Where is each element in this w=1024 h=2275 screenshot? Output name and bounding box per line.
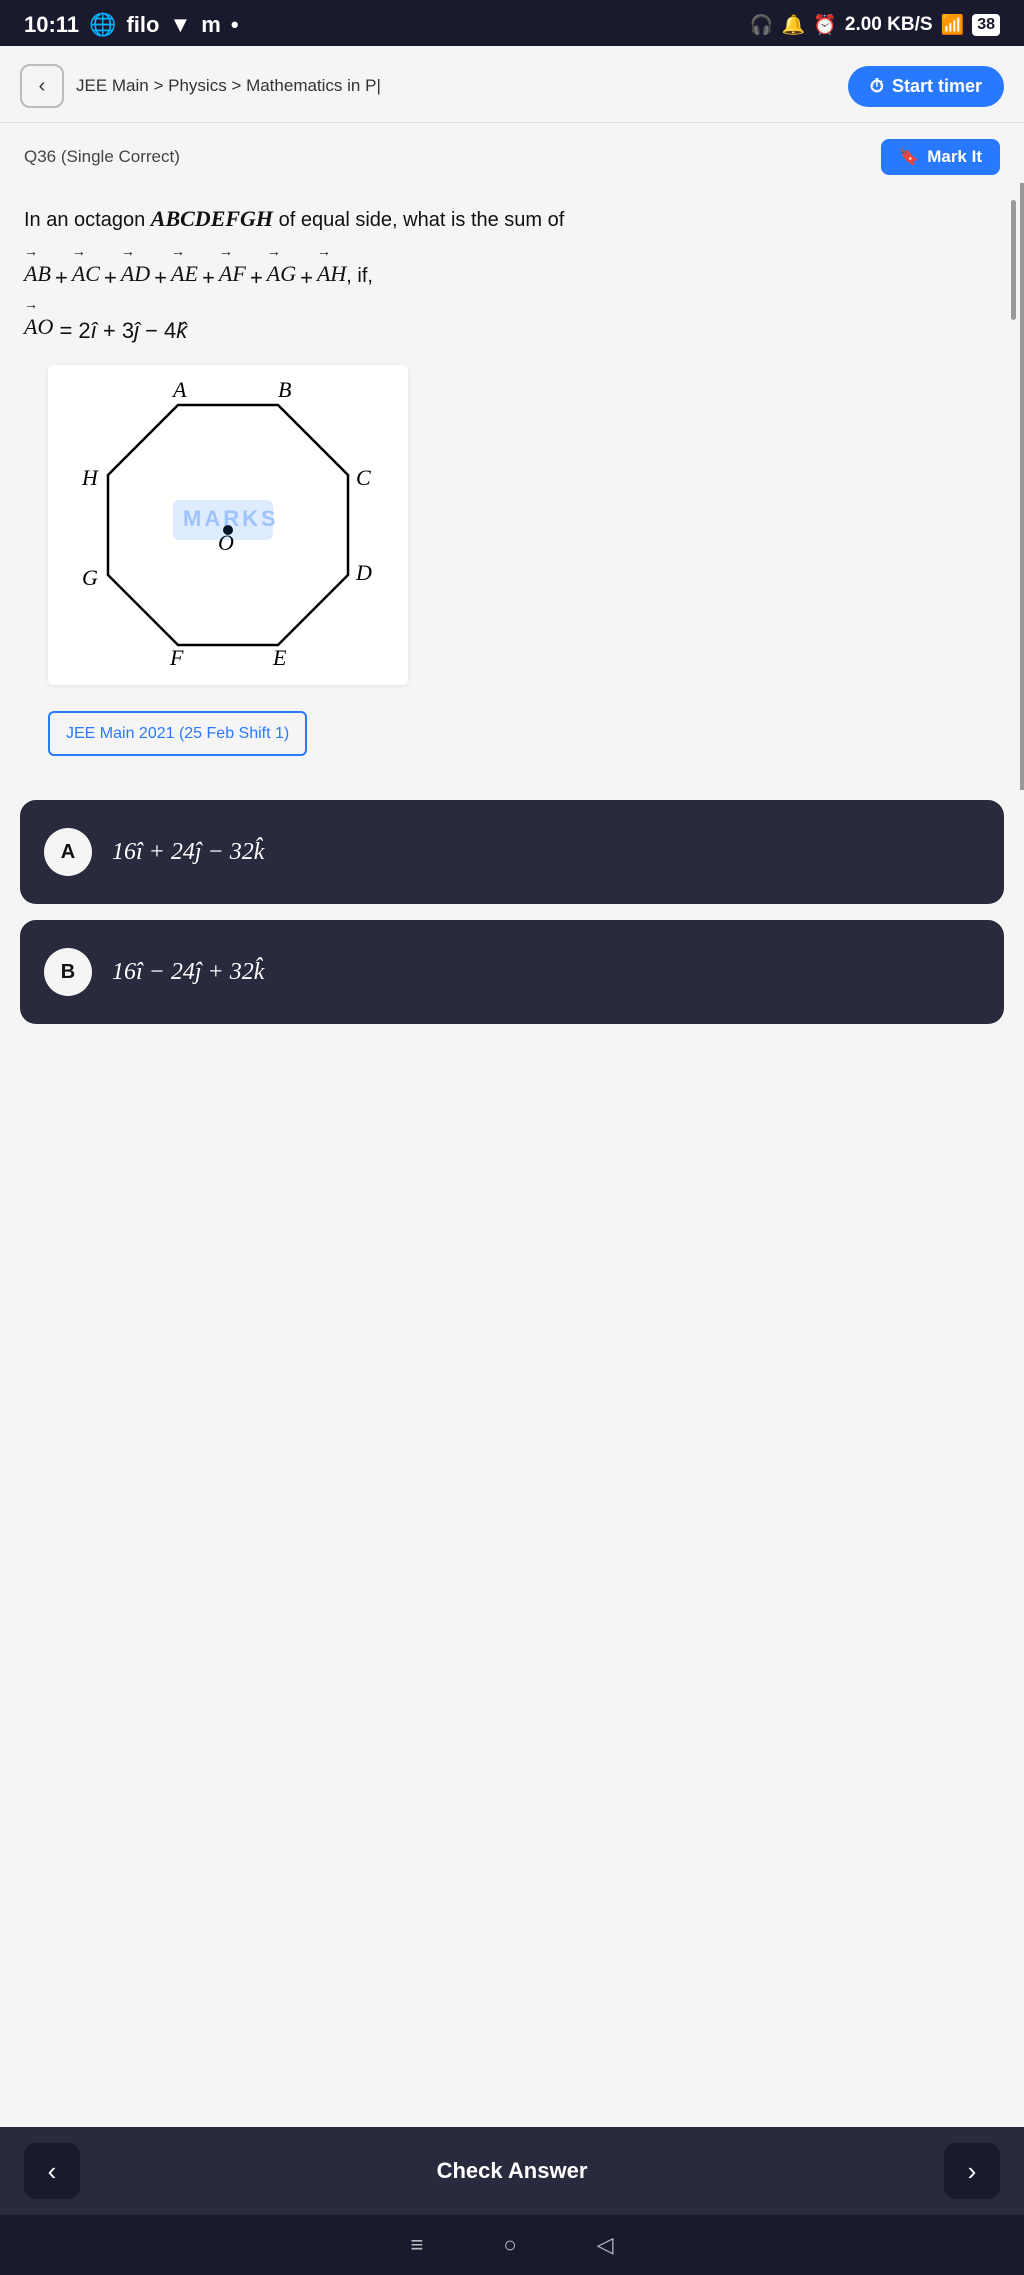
android-back-button[interactable]: ◁ <box>597 2232 614 2258</box>
network-indicator: m <box>201 12 221 38</box>
check-answer-button[interactable]: Check Answer <box>437 2158 588 2184</box>
option-A[interactable]: A 16î + 24ĵ − 32k̂ <box>20 800 1004 904</box>
option-A-math: 16î + 24ĵ − 32k̂ <box>112 839 264 866</box>
status-bar: 10:11 🌐 filo ▼ m • 🎧 🔔 ⏰ 2.00 KB/S 📶 38 <box>0 0 1024 46</box>
jee-tag: JEE Main 2021 (25 Feb Shift 1) <box>48 711 307 757</box>
svg-text:C: C <box>356 465 371 490</box>
headphone-icon: 🎧 <box>750 13 774 37</box>
main-content: ‹ JEE Main > Physics > Mathematics in P|… <box>0 46 1024 2206</box>
question-intro: In an octagon ABCDEFGH of equal side, wh… <box>24 201 996 236</box>
svg-text:H: H <box>81 465 99 490</box>
android-back-icon: ◁ <box>597 2232 614 2257</box>
option-B-math: 16î − 24ĵ + 32k̂ <box>112 959 264 986</box>
dot-indicator: • <box>231 12 239 38</box>
vec-AE: → AE <box>171 246 198 291</box>
header-left: ‹ JEE Main > Physics > Mathematics in P| <box>20 64 381 108</box>
android-nav: ≡ ○ ◁ <box>0 2215 1024 2275</box>
alarm-icon: ⏰ <box>813 13 837 37</box>
mark-it-button[interactable]: 🔖 Mark It <box>881 139 1000 175</box>
back-icon: ‹ <box>39 75 46 98</box>
octagon-svg: A B C D E F G H O MARKS <box>68 375 388 675</box>
vec-AF: → AF <box>219 246 246 291</box>
svg-text:E: E <box>272 645 287 670</box>
breadcrumb: JEE Main > Physics > Mathematics in P| <box>76 76 381 96</box>
svg-text:MARKS: MARKS <box>183 506 279 531</box>
svg-text:G: G <box>82 565 98 590</box>
android-menu-button[interactable]: ≡ <box>410 2232 423 2258</box>
start-timer-label: Start timer <box>892 76 982 97</box>
vec-AO: → AO <box>24 299 53 344</box>
home-icon: ○ <box>503 2232 516 2257</box>
status-left: 10:11 🌐 filo ▼ m • <box>24 12 239 38</box>
vec-AC: → AC <box>72 246 100 291</box>
bookmark-icon: 🔖 <box>899 147 919 167</box>
question-label: Q36 (Single Correct) <box>24 147 180 167</box>
svg-text:A: A <box>171 377 187 402</box>
prev-icon: ‹ <box>48 2156 57 2187</box>
time-display: 10:11 <box>24 12 79 38</box>
vec-AH: → AH <box>317 246 346 291</box>
signal-icon: ▼ <box>169 12 191 38</box>
scroll-indicator <box>1011 200 1016 320</box>
spacer <box>20 1040 1004 1180</box>
next-button[interactable]: › <box>944 2143 1000 2199</box>
svg-text:F: F <box>169 645 184 670</box>
bell-icon: 🔔 <box>782 13 806 37</box>
carrier-name: filo <box>126 12 159 38</box>
mark-it-label: Mark It <box>927 147 982 167</box>
svg-text:B: B <box>278 377 291 402</box>
speed-display: 2.00 KB/S <box>845 14 933 36</box>
question-meta: Q36 (Single Correct) 🔖 Mark It <box>0 123 1024 183</box>
vec-AB: → AB <box>24 246 51 291</box>
timer-icon: ⏱ <box>870 76 884 97</box>
vec-AG: → AG <box>267 246 296 291</box>
start-timer-button[interactable]: ⏱ Start timer <box>848 66 1004 107</box>
check-answer-label: Check Answer <box>437 2158 588 2183</box>
octagon-figure: A B C D E F G H O MARKS <box>48 365 408 685</box>
vec-AD: → AD <box>121 246 150 291</box>
menu-icon: ≡ <box>410 2232 423 2257</box>
android-home-button[interactable]: ○ <box>503 2232 516 2258</box>
back-button[interactable]: ‹ <box>20 64 64 108</box>
battery-level: 38 <box>972 14 1000 36</box>
option-A-letter: A <box>44 828 92 876</box>
option-B-letter: B <box>44 948 92 996</box>
bottom-nav: ‹ Check Answer › <box>0 2127 1024 2215</box>
ao-condition-line: → AO = 2î + 3ĵ − 4k̂ <box>24 299 996 348</box>
options-container: A 16î + 24ĵ − 32k̂ B 16î − 24ĵ + 32k̂ <box>0 790 1024 1200</box>
vector-sum-row: → AB + → AC + → AD + → AE + → AF <box>24 246 996 295</box>
status-right: 🎧 🔔 ⏰ 2.00 KB/S 📶 38 <box>750 13 1000 37</box>
svg-text:D: D <box>355 560 372 585</box>
carrier-icon: 🌐 <box>89 12 116 38</box>
question-body: In an octagon ABCDEFGH of equal side, wh… <box>0 183 1024 790</box>
signal-bars-icon: 📶 <box>941 13 965 37</box>
option-B[interactable]: B 16î − 24ĵ + 32k̂ <box>20 920 1004 1024</box>
next-icon: › <box>968 2156 977 2187</box>
prev-button[interactable]: ‹ <box>24 2143 80 2199</box>
comma-if: , if, <box>346 246 373 292</box>
header: ‹ JEE Main > Physics > Mathematics in P|… <box>0 46 1024 123</box>
